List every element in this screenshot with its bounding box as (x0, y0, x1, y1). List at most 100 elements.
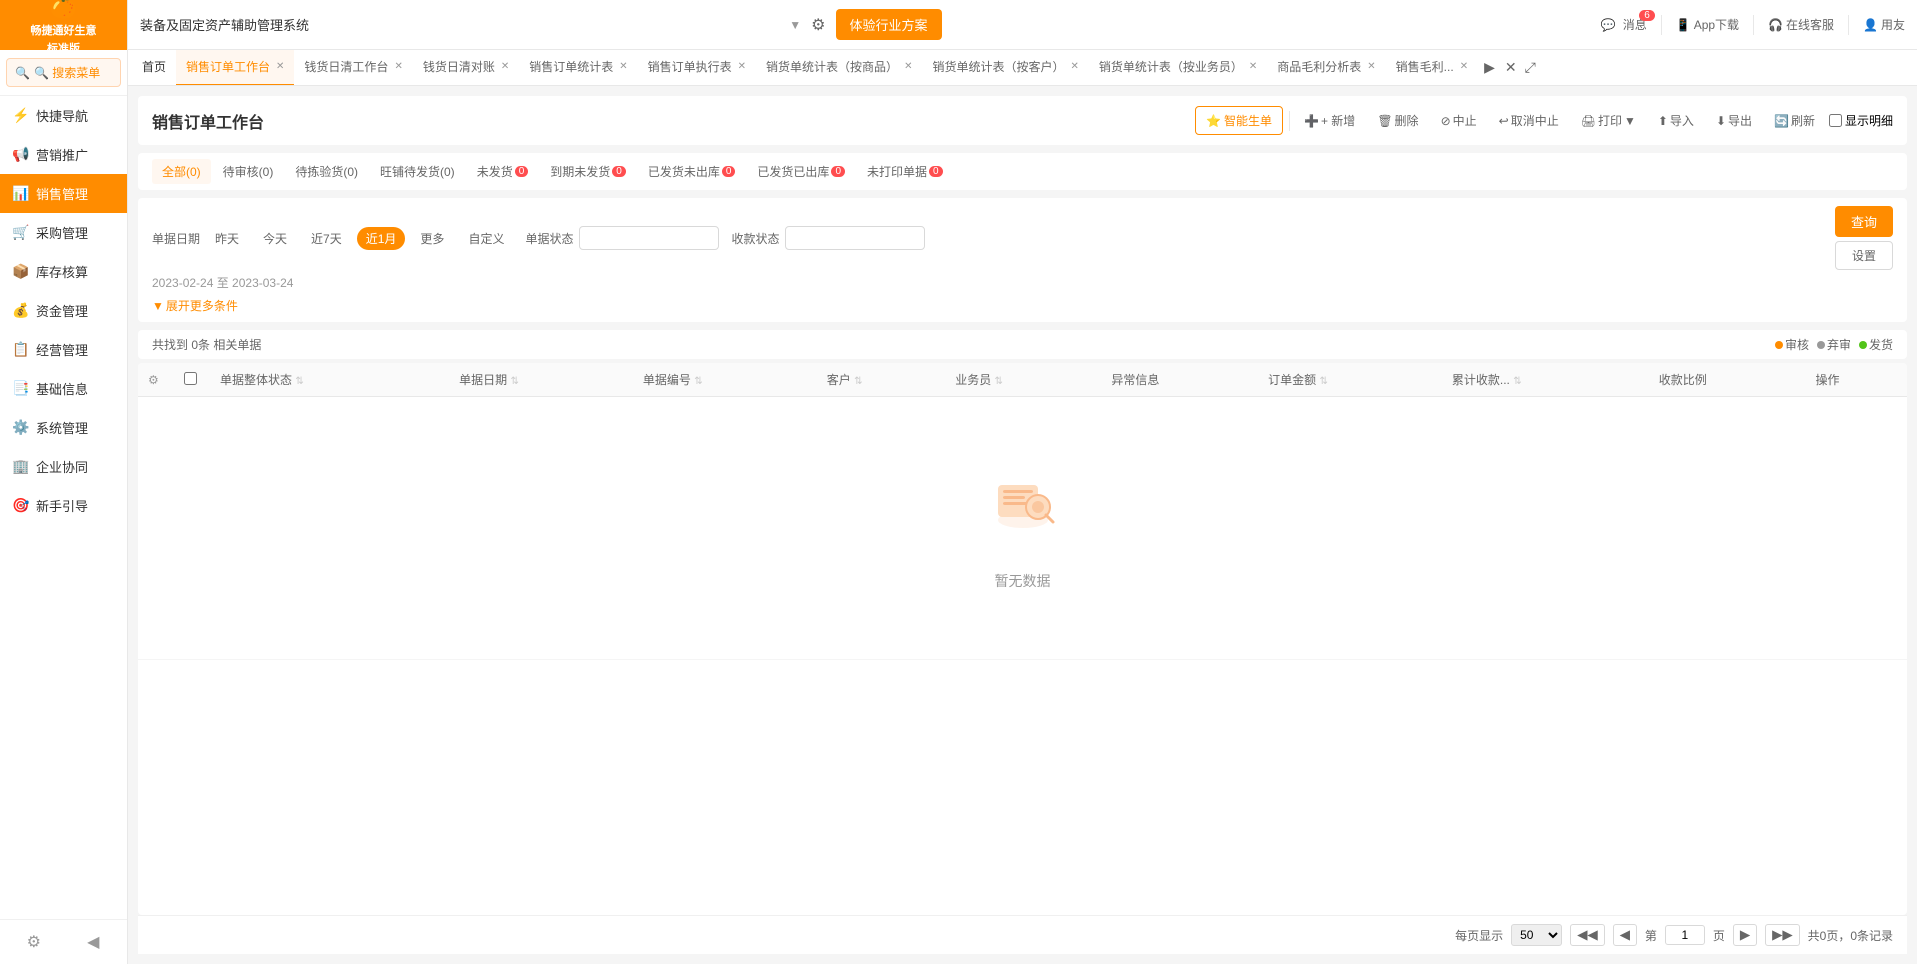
online-service-button[interactable]: 🎧 在线客服 (1768, 16, 1834, 33)
industry-solution-button[interactable]: 体验行业方案 (836, 9, 942, 40)
date-btn-today[interactable]: 今天 (254, 227, 296, 250)
sidebar-item-finance[interactable]: 💰 资金管理 (0, 291, 127, 330)
tab-sales-margin[interactable]: 销售毛利... ✕ (1386, 50, 1478, 86)
sidebar-item-sales[interactable]: 📊 销售管理 (0, 174, 127, 213)
next-page-button[interactable]: ▶ (1733, 924, 1757, 946)
sort-icon-customer[interactable]: ⇅ (854, 376, 862, 387)
sort-icon-received[interactable]: ⇅ (1513, 376, 1521, 387)
page-size-select[interactable]: 50 100 200 (1511, 924, 1562, 946)
subtab-unshipped[interactable]: 未发货 0 (467, 159, 539, 184)
query-button[interactable]: 查询 (1835, 206, 1893, 237)
tab-sales-staff[interactable]: 销货单统计表（按业务员） ✕ (1089, 50, 1267, 86)
add-button[interactable]: ➕ + 新增 (1296, 107, 1363, 134)
subtab-shipped-not-out[interactable]: 已发货未出库 0 (638, 159, 746, 184)
tab-close-icon-9[interactable]: ✕ (1367, 61, 1375, 72)
delete-button[interactable]: 🗑 删除 (1369, 107, 1426, 134)
tab-close-icon-2[interactable]: ✕ (394, 61, 402, 72)
dropdown-arrow-icon: ▼ (789, 18, 801, 32)
tab-cash-reconcile[interactable]: 钱货日清对账 ✕ (413, 50, 519, 86)
app-download-button[interactable]: 📱 App下载 (1676, 16, 1739, 33)
show-detail-checkbox[interactable] (1829, 114, 1842, 127)
sales-icon: 📊 (12, 185, 30, 202)
refresh-button[interactable]: 🔄 刷新 (1766, 107, 1823, 134)
tab-close-icon-7[interactable]: ✕ (1070, 61, 1078, 72)
tab-close-icon-5[interactable]: ✕ (738, 61, 746, 72)
settings-icon-button[interactable]: ⚙ (811, 15, 825, 35)
date-btn-1month[interactable]: 近1月 (357, 227, 406, 250)
sidebar-item-enterprise[interactable]: 🏢 企业协同 (0, 447, 127, 486)
settings-gear-button[interactable]: ⚙ (8, 928, 60, 956)
tab-gross-profit[interactable]: 商品毛利分析表 ✕ (1267, 50, 1385, 86)
sidebar-item-purchase[interactable]: 🛒 采购管理 (0, 213, 127, 252)
collapse-sidebar-button[interactable]: ◀ (68, 928, 120, 956)
cancel-stop-label: 取消中止 (1511, 112, 1559, 129)
user-avatar-button[interactable]: 👤 用友 (1863, 16, 1905, 33)
print-button[interactable]: 🖨 打印 ▼ (1573, 107, 1644, 134)
tab-close-icon-8[interactable]: ✕ (1249, 61, 1257, 72)
subtab-pending-audit[interactable]: 待审核(0) (213, 159, 284, 184)
export-label: 导出 (1728, 112, 1752, 129)
tab-sales-customer[interactable]: 销货单统计表（按客户） ✕ (922, 50, 1088, 86)
column-settings-icon[interactable]: ⚙ (148, 373, 159, 387)
date-btn-yesterday[interactable]: 昨天 (206, 227, 248, 250)
page-number-input[interactable] (1665, 925, 1705, 945)
date-btn-7days[interactable]: 近7天 (302, 227, 351, 250)
tab-sales-order-workbench[interactable]: 销售订单工作台 ✕ (176, 50, 294, 86)
tab-sales-exec[interactable]: 销售订单执行表 ✕ (638, 50, 756, 86)
subtab-all[interactable]: 全部(0) (152, 159, 211, 184)
date-btn-more[interactable]: 更多 (411, 227, 453, 250)
tab-maximize-button[interactable]: ⤢ (1521, 59, 1540, 76)
tab-close-icon-3[interactable]: ✕ (501, 61, 509, 72)
cancel-stop-button[interactable]: ↩ 取消中止 (1491, 107, 1567, 134)
sidebar-item-quick-nav[interactable]: ⚡ 快捷导航 (0, 96, 127, 135)
search-menu-button[interactable]: 🔍 🔍 搜索菜单 (6, 58, 121, 87)
sidebar-item-inventory[interactable]: 📦 库存核算 (0, 252, 127, 291)
tab-close-all-button[interactable]: ✕ (1501, 59, 1521, 76)
tab-close-icon-10[interactable]: ✕ (1460, 61, 1468, 72)
subtab-overdue-ship[interactable]: 到期未发货 0 (540, 159, 636, 184)
audit-action[interactable]: 审核 (1775, 336, 1809, 353)
subtab-unprinted-badge: 0 (929, 166, 943, 177)
last-page-button[interactable]: ▶▶ (1765, 924, 1800, 946)
prev-page-button[interactable]: ◀ (1613, 924, 1637, 946)
sidebar-item-marketing[interactable]: 📢 营销推广 (0, 135, 127, 174)
sort-icon-date[interactable]: ⇅ (510, 376, 518, 387)
select-all-checkbox[interactable] (184, 372, 197, 385)
sort-icon-status[interactable]: ⇅ (295, 376, 303, 387)
subtab-wangpu-ship[interactable]: 旺铺待发货(0) (370, 159, 465, 184)
payment-filter-select[interactable] (785, 226, 925, 250)
expand-filters-button[interactable]: ▼ 展开更多条件 (152, 297, 238, 314)
status-filter-select[interactable] (579, 226, 719, 250)
sort-icon-amount[interactable]: ⇅ (1319, 376, 1327, 387)
sort-icon-staff[interactable]: ⇅ (995, 376, 1003, 387)
tab-close-icon-6[interactable]: ✕ (904, 61, 912, 72)
first-page-button[interactable]: ◀◀ (1570, 924, 1605, 946)
smart-create-button[interactable]: ⭐ 智能生单 (1195, 106, 1283, 135)
sidebar-item-newbie[interactable]: 🎯 新手引导 (0, 486, 127, 525)
sidebar-item-basic-info[interactable]: 📑 基础信息 (0, 369, 127, 408)
tab-sales-product[interactable]: 销货单统计表（按商品） ✕ (756, 50, 922, 86)
sidebar-item-system[interactable]: ⚙️ 系统管理 (0, 408, 127, 447)
subtab-pending-pick[interactable]: 待拣验货(0) (285, 159, 368, 184)
subtab-shipped-out[interactable]: 已发货已出库 0 (747, 159, 855, 184)
stop-button[interactable]: ⊘ 中止 (1433, 107, 1485, 134)
tab-home[interactable]: 首页 (132, 50, 176, 86)
empty-state-cell: 暂无数据 (138, 397, 1907, 660)
result-bar: 共找到 0条 相关单据 审核 弃审 发货 (138, 330, 1907, 359)
date-btn-custom[interactable]: 自定义 (459, 227, 513, 250)
tab-close-icon-4[interactable]: ✕ (619, 61, 627, 72)
tab-sales-stats[interactable]: 销售订单统计表 ✕ (519, 50, 637, 86)
sub-tab-bar: 全部(0) 待审核(0) 待拣验货(0) 旺铺待发货(0) 未发货 0 到期未发… (138, 153, 1907, 190)
setting-button[interactable]: 设置 (1835, 241, 1893, 270)
export-button[interactable]: ⬇ 导出 (1708, 107, 1760, 134)
message-icon-button[interactable]: 💬 6 消息 (1601, 16, 1647, 33)
tab-close-icon[interactable]: ✕ (276, 61, 284, 72)
tab-cash-clearance[interactable]: 钱货日清工作台 ✕ (294, 50, 412, 86)
tab-scroll-right-button[interactable]: ▶ (1478, 59, 1501, 76)
sort-icon-number[interactable]: ⇅ (694, 376, 702, 387)
import-button[interactable]: ⬆ 导入 (1650, 107, 1702, 134)
subtab-unprinted[interactable]: 未打印单据 0 (857, 159, 953, 184)
cancel-audit-action[interactable]: 弃审 (1817, 336, 1851, 353)
sidebar-item-operations[interactable]: 📋 经营管理 (0, 330, 127, 369)
ship-action[interactable]: 发货 (1859, 336, 1893, 353)
